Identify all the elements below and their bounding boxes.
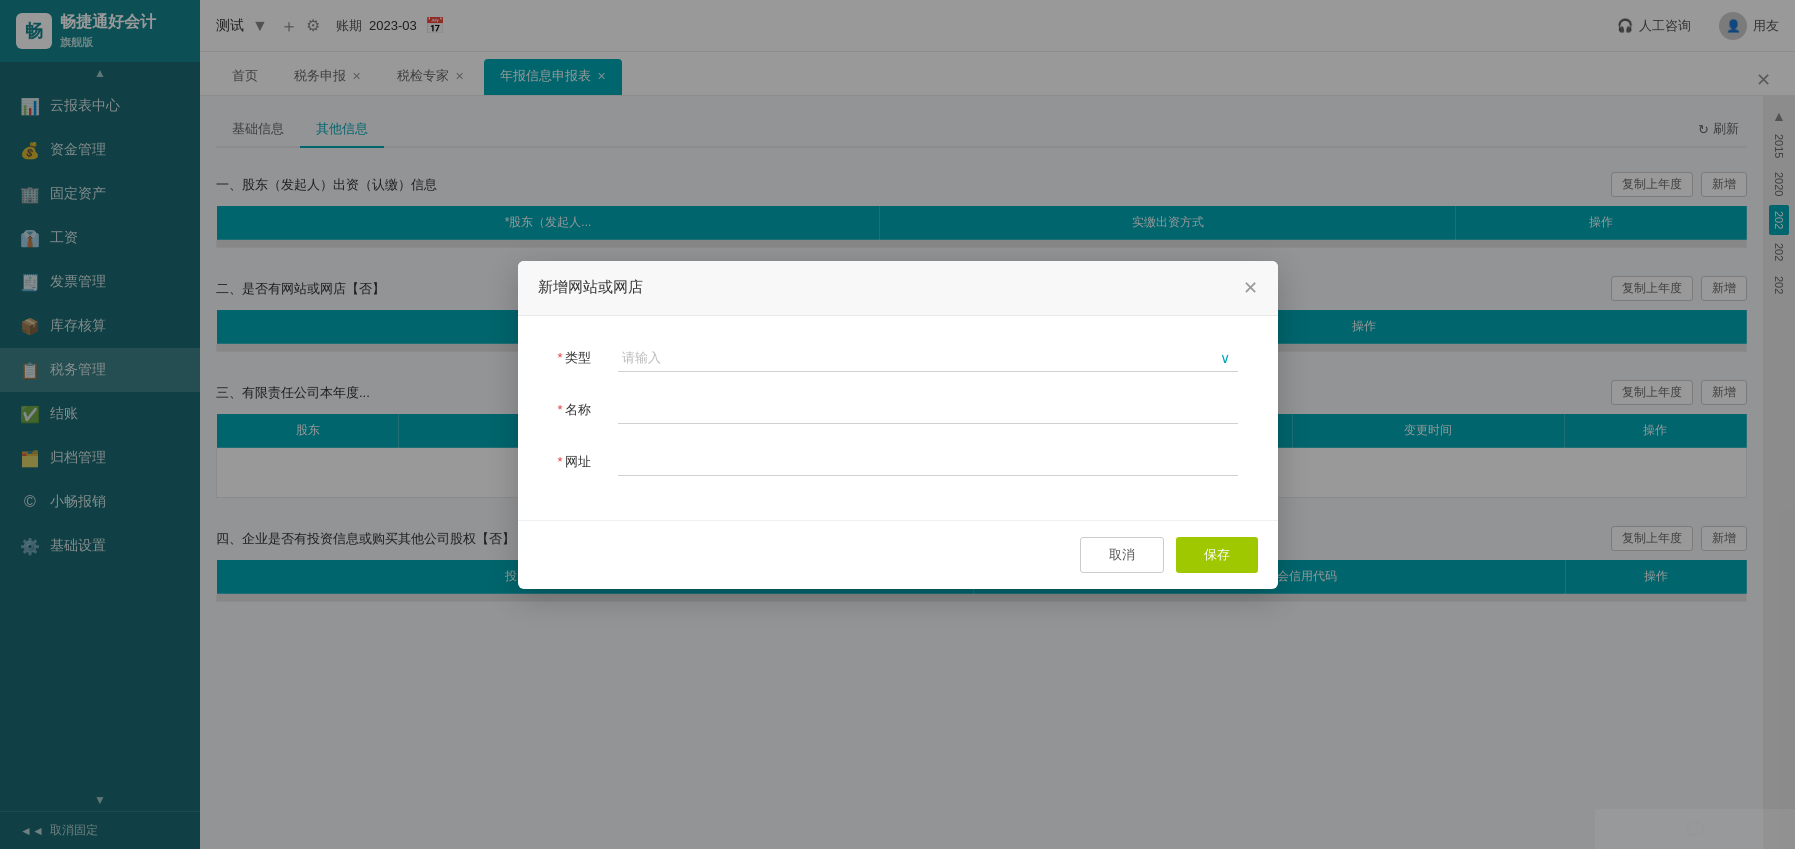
dialog-footer: 取消 保存 [518, 520, 1278, 589]
add-website-dialog: 新增网站或网店 ✕ *类型 ∨ *名称 *网址 [518, 261, 1278, 589]
dialog-header: 新增网站或网店 ✕ [518, 261, 1278, 316]
dialog-body: *类型 ∨ *名称 *网址 [518, 316, 1278, 520]
form-label-type: *类型 [558, 349, 618, 367]
url-input[interactable] [618, 448, 1238, 476]
type-input[interactable] [618, 344, 1238, 372]
watermark-text: Ci [1685, 816, 1706, 842]
form-input-wrap-type: ∨ [618, 344, 1238, 372]
form-field-url: *网址 [558, 448, 1238, 476]
form-input-wrap-url [618, 448, 1238, 476]
form-label-name: *名称 [558, 401, 618, 419]
dialog-close-button[interactable]: ✕ [1243, 277, 1258, 299]
name-input[interactable] [618, 396, 1238, 424]
form-field-name: *名称 [558, 396, 1238, 424]
form-input-wrap-name [618, 396, 1238, 424]
cancel-button[interactable]: 取消 [1080, 537, 1164, 573]
dialog-title: 新增网站或网店 [538, 278, 643, 297]
form-field-type: *类型 ∨ [558, 344, 1238, 372]
form-label-url: *网址 [558, 453, 618, 471]
save-button[interactable]: 保存 [1176, 537, 1258, 573]
watermark-area: Ci [1595, 809, 1795, 849]
